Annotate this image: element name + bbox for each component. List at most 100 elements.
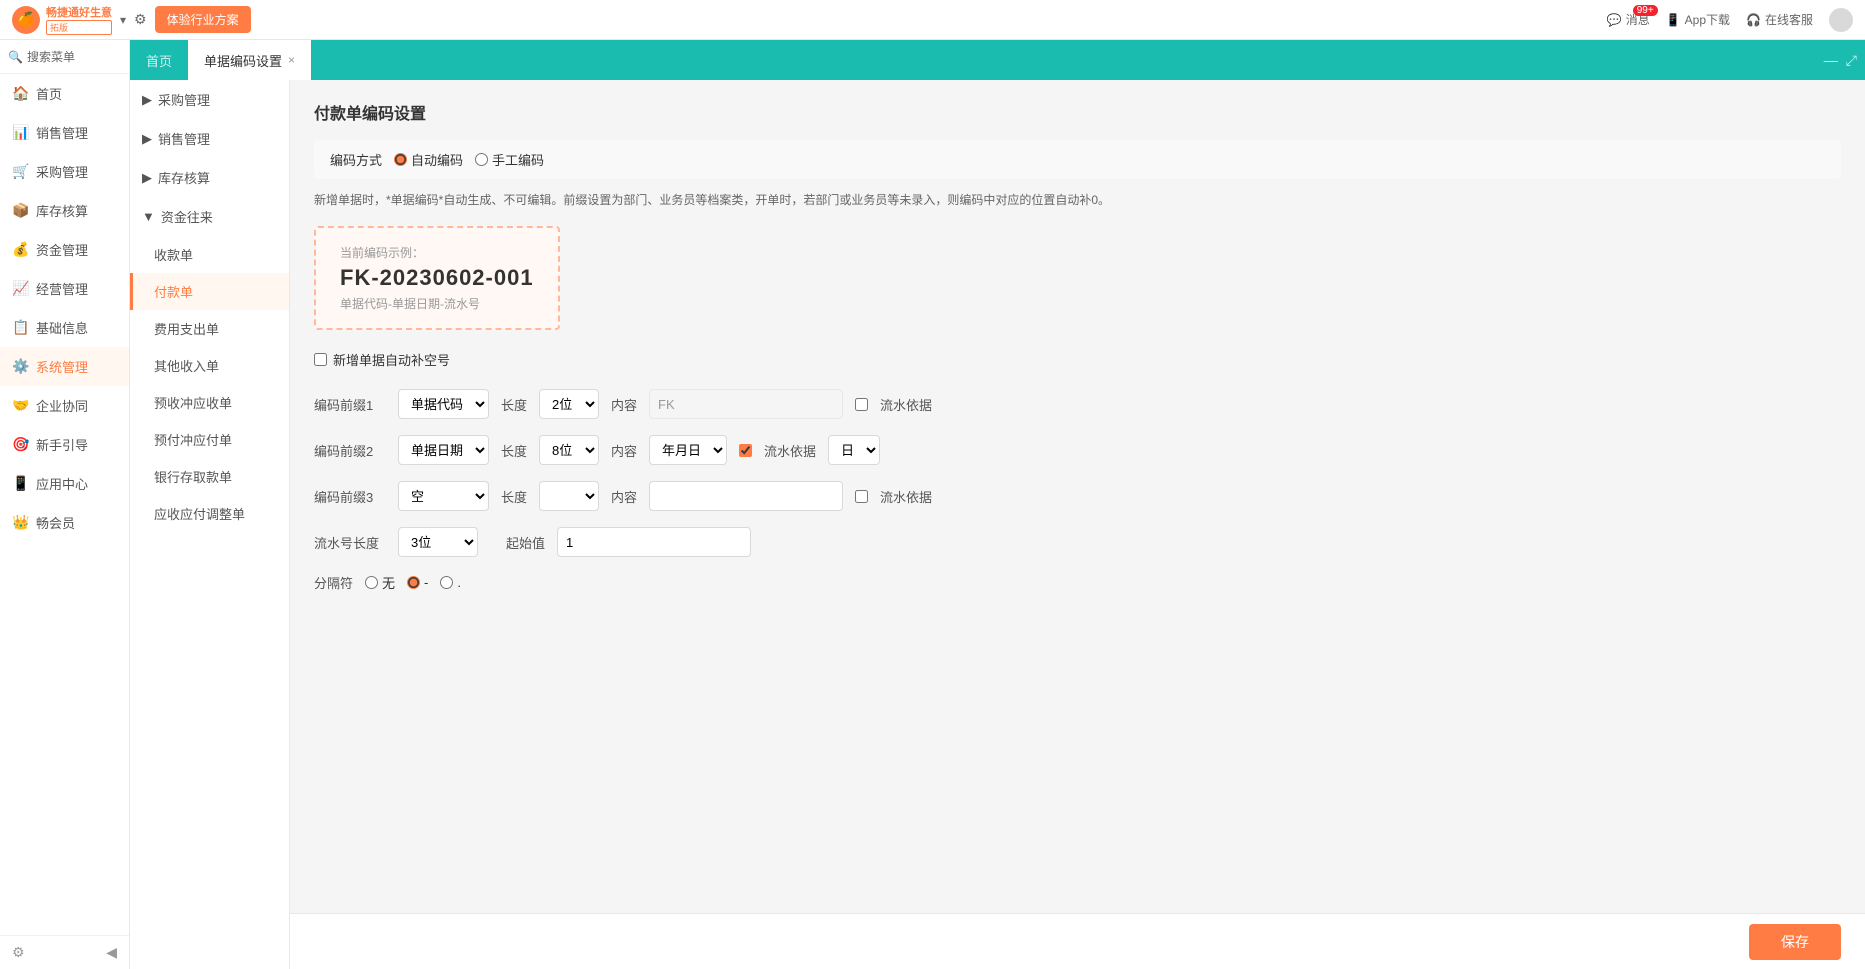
sidebar-settings-button[interactable]: ⚙ bbox=[12, 944, 25, 961]
sub-sidebar-item-receipt[interactable]: 收款单 bbox=[130, 236, 289, 273]
prefix2-select[interactable]: 单据代码 单据日期 空 部门 业务员 bbox=[398, 435, 489, 465]
example-code: FK-20230602-001 bbox=[340, 265, 534, 291]
sub-sidebar-item-ar-ap-adjust[interactable]: 应收应付调整单 bbox=[130, 495, 289, 532]
sub-sidebar-header-inventory[interactable]: ▶ 库存核算 bbox=[130, 158, 289, 197]
prefix3-content-label: 内容 bbox=[611, 487, 637, 506]
sub-sidebar-header-capital[interactable]: ▼ 资金往来 bbox=[130, 197, 289, 236]
sub-sidebar-item-advance-receivable[interactable]: 预收冲应收单 bbox=[130, 384, 289, 421]
sidebar-item-basic[interactable]: 📋 基础信息 bbox=[0, 308, 129, 347]
sidebar-item-finance[interactable]: 💰 资金管理 bbox=[0, 230, 129, 269]
sub-sidebar: ▶ 采购管理 ▶ 销售管理 ▶ 库存核算 bbox=[130, 80, 290, 969]
prefix1-content-input bbox=[649, 389, 843, 419]
sub-sidebar-item-other-income[interactable]: 其他收入单 bbox=[130, 347, 289, 384]
start-value-label: 起始值 bbox=[506, 533, 545, 552]
page-title: 付款单编码设置 bbox=[314, 100, 1841, 124]
prefix2-serial-checkbox[interactable] bbox=[739, 444, 752, 457]
manual-encoding-radio[interactable] bbox=[475, 153, 488, 166]
sidebar-item-enterprise[interactable]: 🤝 企业协同 bbox=[0, 386, 129, 425]
sidebar-item-system[interactable]: ⚙️ 系统管理 bbox=[0, 347, 129, 386]
separator-dash-radio[interactable] bbox=[407, 576, 420, 589]
sidebar-item-purchase[interactable]: 🛒 采购管理 bbox=[0, 152, 129, 191]
sub-group-inventory: ▶ 库存核算 bbox=[130, 158, 289, 197]
auto-encoding-radio[interactable] bbox=[394, 153, 407, 166]
newbie-icon: 🎯 bbox=[12, 436, 28, 453]
encoding-method-label: 编码方式 bbox=[330, 150, 382, 169]
auto-encoding-radio-label[interactable]: 自动编码 bbox=[394, 150, 463, 169]
prefix1-length-select[interactable]: 2位 bbox=[539, 389, 599, 419]
app-download-button[interactable]: 📱 App下载 bbox=[1666, 11, 1730, 28]
auto-fill-checkbox[interactable] bbox=[314, 353, 327, 366]
sidebar-item-inventory[interactable]: 📦 库存核算 bbox=[0, 191, 129, 230]
separator-dot-radio[interactable] bbox=[440, 576, 453, 589]
trial-button[interactable]: 体验行业方案 bbox=[155, 6, 251, 33]
prefix3-select[interactable]: 单据代码 单据日期 空 部门 业务员 bbox=[398, 481, 489, 511]
prefix2-serial-unit-select[interactable]: 日 月 年 bbox=[828, 435, 880, 465]
prefix3-length-select[interactable] bbox=[539, 481, 599, 511]
tab-bar: 首页 单据编码设置 × — ⤢ bbox=[130, 40, 1865, 80]
sidebar-item-appcenter[interactable]: 📱 应用中心 bbox=[0, 464, 129, 503]
sub-layout: ▶ 采购管理 ▶ 销售管理 ▶ 库存核算 bbox=[130, 80, 1865, 969]
start-value-input[interactable] bbox=[557, 527, 751, 557]
settings-gear-button[interactable]: ⚙ bbox=[134, 11, 147, 28]
finance-icon: 💰 bbox=[12, 241, 28, 258]
message-icon: 💬 bbox=[1607, 13, 1622, 27]
sidebar-item-sales[interactable]: 📊 销售管理 bbox=[0, 113, 129, 152]
sidebar-search[interactable]: 🔍 搜索菜单 bbox=[0, 40, 129, 74]
tab-minimize-button[interactable]: — bbox=[1824, 52, 1838, 68]
tab-encoding-settings[interactable]: 单据编码设置 × bbox=[188, 40, 311, 80]
prefix3-serial-checkbox[interactable] bbox=[855, 490, 868, 503]
sidebar-item-operations[interactable]: 📈 经营管理 bbox=[0, 269, 129, 308]
example-desc: 单据代码-单据日期-流水号 bbox=[340, 295, 534, 312]
tab-close-icon[interactable]: × bbox=[288, 53, 295, 67]
prefix3-content-input[interactable] bbox=[649, 481, 843, 511]
top-bar-controls: ▾ ⚙ 体验行业方案 bbox=[120, 6, 251, 33]
serial-length-select[interactable]: 3位 4位 5位 6位 bbox=[398, 527, 478, 557]
service-icon: 🎧 bbox=[1746, 13, 1761, 27]
sidebar-item-newbie[interactable]: 🎯 新手引导 bbox=[0, 425, 129, 464]
chevron-capital-icon: ▼ bbox=[142, 209, 155, 224]
main-layout: 🔍 搜索菜单 🏠 首页 📊 销售管理 🛒 采购管理 📦 库存核算 💰 bbox=[0, 40, 1865, 969]
separator-dot-label[interactable]: . bbox=[440, 575, 461, 590]
separator-dash-label[interactable]: - bbox=[407, 575, 428, 590]
sidebar-item-home[interactable]: 🏠 首页 bbox=[0, 74, 129, 113]
page-content: 付款单编码设置 编码方式 自动编码 手工编码 bbox=[290, 80, 1865, 913]
online-service-button[interactable]: 🎧 在线客服 bbox=[1746, 11, 1813, 28]
sub-sidebar-item-bank-deposit[interactable]: 银行存取款单 bbox=[130, 458, 289, 495]
messages-button[interactable]: 💬 消息 99+ bbox=[1607, 11, 1650, 28]
dropdown-button[interactable]: ▾ bbox=[120, 13, 126, 27]
sidebar: 🔍 搜索菜单 🏠 首页 📊 销售管理 🛒 采购管理 📦 库存核算 💰 bbox=[0, 40, 130, 969]
prefix2-length-select[interactable]: 8位 bbox=[539, 435, 599, 465]
member-icon: 👑 bbox=[12, 514, 28, 531]
prefix1-select[interactable]: 单据代码 单据日期 空 部门 业务员 bbox=[398, 389, 489, 419]
prefix1-serial-checkbox[interactable] bbox=[855, 398, 868, 411]
content-area: 首页 单据编码设置 × — ⤢ ▶ 采购管理 bbox=[130, 40, 1865, 969]
serial-length-label: 流水号长度 bbox=[314, 533, 386, 552]
sub-sidebar-item-advance-payable[interactable]: 预付冲应付单 bbox=[130, 421, 289, 458]
prefix3-length-label: 长度 bbox=[501, 487, 527, 506]
sub-sidebar-item-expense[interactable]: 费用支出单 bbox=[130, 310, 289, 347]
separator-none-label[interactable]: 无 bbox=[365, 573, 395, 592]
sales-icon: 📊 bbox=[12, 124, 28, 141]
sidebar-item-member[interactable]: 👑 畅会员 bbox=[0, 503, 129, 542]
prefix1-serial-label: 流水依据 bbox=[880, 395, 932, 414]
sub-sidebar-header-sales[interactable]: ▶ 销售管理 bbox=[130, 119, 289, 158]
inventory-icon: 📦 bbox=[12, 202, 28, 219]
manual-encoding-radio-label[interactable]: 手工编码 bbox=[475, 150, 544, 169]
prefix3-label: 编码前缀3 bbox=[314, 487, 386, 506]
user-avatar[interactable] bbox=[1829, 8, 1853, 32]
save-button[interactable]: 保存 bbox=[1749, 924, 1841, 960]
prefix3-row: 编码前缀3 单据代码 单据日期 空 部门 业务员 长度 内容 bbox=[314, 481, 1841, 511]
sub-sidebar-header-purchase[interactable]: ▶ 采购管理 bbox=[130, 80, 289, 119]
top-bar-right: 💬 消息 99+ 📱 App下载 🎧 在线客服 bbox=[1607, 8, 1853, 32]
sidebar-footer: ⚙ ◀ bbox=[0, 935, 129, 969]
tab-home[interactable]: 首页 bbox=[130, 40, 188, 80]
download-icon: 📱 bbox=[1666, 13, 1681, 27]
prefix2-content-select[interactable]: 年月日 年月 月日 bbox=[649, 435, 727, 465]
separator-none-radio[interactable] bbox=[365, 576, 378, 589]
sub-sidebar-item-payment[interactable]: 付款单 bbox=[130, 273, 289, 310]
tab-maximize-button[interactable]: ⤢ bbox=[1846, 52, 1857, 69]
sidebar-collapse-button[interactable]: ◀ bbox=[106, 944, 117, 961]
auto-fill-row: 新增单据自动补空号 bbox=[314, 350, 1841, 369]
prefix2-row: 编码前缀2 单据代码 单据日期 空 部门 业务员 长度 8位 内容 bbox=[314, 435, 1841, 465]
top-bar: 🍊 畅捷通好生意 拓版 ▾ ⚙ 体验行业方案 💬 消息 99+ 📱 App下载 … bbox=[0, 0, 1865, 40]
